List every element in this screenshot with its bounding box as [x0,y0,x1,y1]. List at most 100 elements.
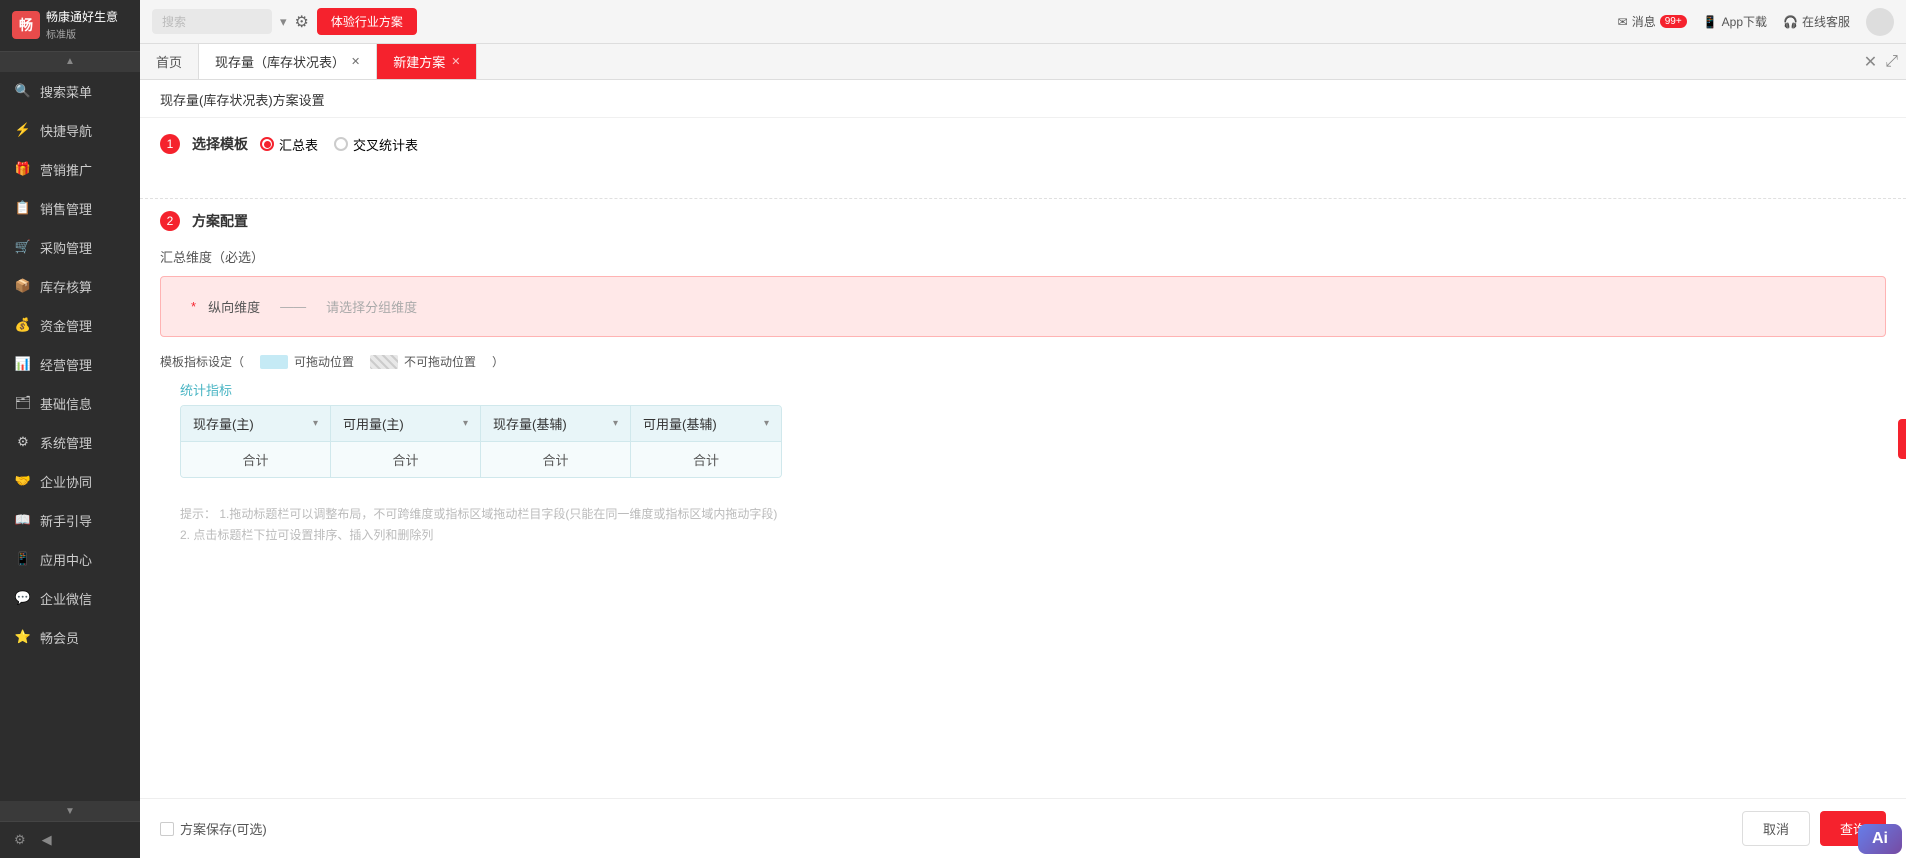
sidebar-item-inventory[interactable]: 📦 库存核算 [0,267,140,306]
sidebar-item-purchase[interactable]: 🛒 采购管理 [0,228,140,267]
search-text: 搜索 [162,15,186,29]
vertical-dim-label: 纵向维度 [208,297,260,316]
search-icon: 🔍 [14,82,32,100]
ai-float-button[interactable]: Ai [1858,824,1902,854]
step2-title: 方案配置 [192,211,248,231]
stats-data-3: 合计 [631,442,781,477]
step2-row: 2 方案配置 [160,211,1886,231]
legend-fixed-label: 不可拖动位置 [404,353,476,370]
logo-text-block: 畅康通好生意 标准版 [46,10,118,41]
gear-button[interactable]: ⚙ [295,12,309,32]
inventory-icon: 📦 [14,277,32,295]
system-icon: ⚙ [14,433,32,451]
sidebar-item-finance[interactable]: 💰 资金管理 [0,306,140,345]
finance-icon: 💰 [14,316,32,334]
messages-item[interactable]: ✉ 消息 99+ [1618,13,1687,30]
sidebar-item-member[interactable]: ⭐ 畅会员 [0,618,140,657]
tab-home[interactable]: 首页 [140,44,199,79]
tabbar: 首页 现存量（库存状况表） ✕ 新建方案 ✕ ✕ ⤢ [140,44,1906,80]
dropdown-icon[interactable]: ▾ [280,14,287,30]
trial-btn[interactable]: 体验行业方案 [317,8,417,35]
app-version: 标准版 [46,26,118,41]
chevron-down-icon-2: ▾ [613,418,618,429]
chevron-down-icon-1: ▾ [463,418,468,429]
sidebar-item-search[interactable]: 🔍 搜索菜单 [0,72,140,111]
stats-header-2[interactable]: 现存量(基辅) ▾ [481,406,631,441]
legend-draggable-box [260,355,288,369]
stats-data-row: 合计 合计 合计 合计 [181,441,781,477]
stats-data-1: 合计 [331,442,481,477]
sidebar-item-app-center[interactable]: 📱 应用中心 [0,540,140,579]
sidebar-item-marketing[interactable]: 🎁 营销推广 [0,150,140,189]
chevron-down-icon-0: ▾ [313,418,318,429]
dimension-placeholder: 请选择分组维度 [326,297,417,316]
tab-inventory-label: 现存量（库存状况表） [215,52,345,71]
tab-new[interactable]: 新建方案 ✕ [377,44,477,79]
app-download-item[interactable]: 📱 App下载 [1703,13,1767,30]
sidebar-item-wechat[interactable]: 💬 企业微信 [0,579,140,618]
sidebar: 畅 畅康通好生意 标准版 ▲ 🔍 搜索菜单 ⚡ 快捷导航 🎁 营销推广 📋 销售… [0,0,140,858]
topbar-left: 搜索 ▾ ⚙ 体验行业方案 [152,8,1608,35]
sidebar-item-quick-nav[interactable]: ⚡ 快捷导航 [0,111,140,150]
step1-divider [140,198,1906,199]
sidebar-scroll-up[interactable]: ▲ [0,52,140,72]
step2-badge: 2 [160,211,180,231]
sidebar-collapse-icon[interactable]: ◀ [42,832,52,848]
stats-data-2: 合计 [481,442,631,477]
step1-section: 1 选择模板 汇总表 交叉统计表 [140,118,1906,186]
tab-expand-action[interactable]: ⤢ [1885,53,1898,71]
guide-icon: 📖 [14,511,32,529]
page-title: 现存量(库存状况表)方案设置 [140,80,1906,118]
indicator-legend-title: 模板指标设定（ [160,353,244,370]
sidebar-item-sales[interactable]: 📋 销售管理 [0,189,140,228]
radio-group-template: 汇总表 交叉统计表 [260,135,418,154]
tip-2: 2. 点击标题栏下拉可设置排序、插入列和删除列 [180,526,1866,543]
radio-cross[interactable]: 交叉统计表 [334,135,418,154]
purchase-icon: 🛒 [14,238,32,256]
legend-suffix: ） [492,353,504,370]
tab-close-action[interactable]: ✕ [1864,52,1877,72]
stats-title: 统计指标 [180,380,1866,399]
tips-section: 提示： 1.拖动标题栏可以调整布局，不可跨维度或指标区域拖动栏目字段(只能在同一… [160,493,1886,559]
stats-header-3[interactable]: 可用量(基辅) ▾ [631,406,781,441]
legend-draggable-label: 可拖动位置 [294,353,354,370]
stats-header-1[interactable]: 可用量(主) ▾ [331,406,481,441]
stats-data-0: 合计 [181,442,331,477]
app-logo: 畅 畅康通好生意 标准版 [0,0,140,52]
legend-draggable-item: 可拖动位置 [260,353,354,370]
sidebar-settings-icon[interactable]: ⚙ [14,832,26,848]
online-service-item[interactable]: 🎧 在线客服 [1783,13,1850,30]
step1-title: 选择模板 [192,134,248,154]
required-star: * [191,299,196,314]
right-edge-bar [1898,419,1906,459]
main-area: 搜索 ▾ ⚙ 体验行业方案 ✉ 消息 99+ 📱 App下载 🎧 在线客服 [140,0,1906,858]
sales-icon: 📋 [14,199,32,217]
coop-icon: 🤝 [14,472,32,490]
quick-nav-icon: ⚡ [14,121,32,139]
save-checkbox[interactable] [160,822,174,836]
sidebar-item-system[interactable]: ⚙ 系统管理 [0,423,140,462]
radio-summary[interactable]: 汇总表 [260,135,318,154]
step1-badge: 1 [160,134,180,154]
app-center-icon: 📱 [14,550,32,568]
sidebar-item-guide[interactable]: 📖 新手引导 [0,501,140,540]
sidebar-item-basic[interactable]: 🗂 基础信息 [0,384,140,423]
user-avatar[interactable] [1866,8,1894,36]
content-area: 现存量(库存状况表)方案设置 1 选择模板 汇总表 交叉统计表 [140,80,1906,798]
search-bar: 搜索 [152,9,272,34]
sidebar-item-management[interactable]: 📊 经营管理 [0,345,140,384]
stats-header-0[interactable]: 现存量(主) ▾ [181,406,331,441]
radio-summary-circle [260,137,274,151]
tab-home-label: 首页 [156,52,182,71]
sidebar-item-coop[interactable]: 🤝 企业协同 [0,462,140,501]
tab-inventory[interactable]: 现存量（库存状况表） ✕ [199,44,377,79]
dimension-box[interactable]: * 纵向维度 —— 请选择分组维度 [160,276,1886,337]
logo-icon: 畅 [12,11,40,39]
wechat-icon: 💬 [14,589,32,607]
tab-inventory-close[interactable]: ✕ [351,55,360,68]
sidebar-scroll-down[interactable]: ▼ [0,801,140,821]
save-check[interactable]: 方案保存(可选) [160,819,267,838]
tab-new-close[interactable]: ✕ [451,55,460,68]
marketing-icon: 🎁 [14,160,32,178]
cancel-button[interactable]: 取消 [1742,811,1810,846]
